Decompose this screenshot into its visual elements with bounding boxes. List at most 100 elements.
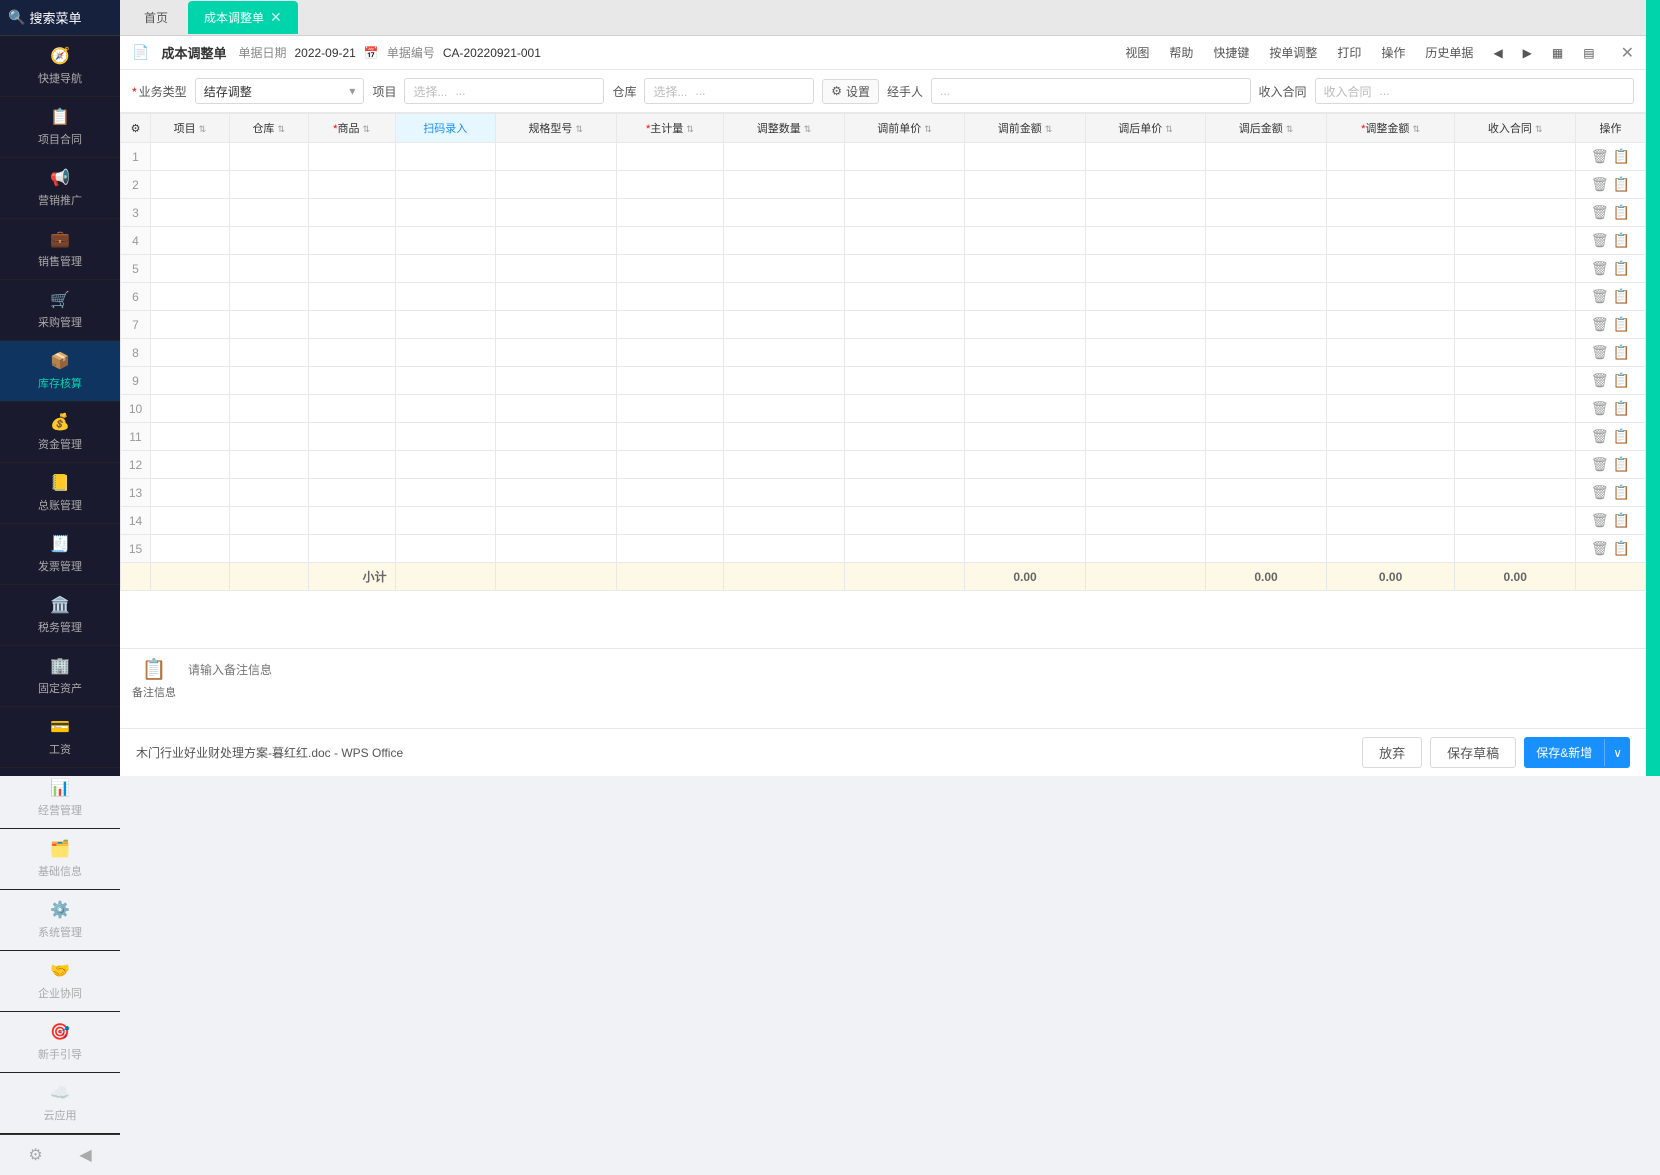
- delete-icon-row12[interactable]: 🗑: [1591, 456, 1609, 473]
- cell-row9-unit[interactable]: [616, 367, 724, 395]
- cell-row7-after_amount[interactable]: [1206, 311, 1327, 339]
- cell-row7-qty[interactable]: [724, 311, 845, 339]
- right-edge-indicator[interactable]: [1646, 0, 1660, 776]
- notes-icon-area[interactable]: 📋 备注信息: [132, 657, 176, 700]
- cell-row4-scan[interactable]: [395, 227, 495, 255]
- cell-row1-operation[interactable]: 🗑 📋: [1576, 143, 1646, 171]
- save-new-main[interactable]: 保存&新增: [1524, 739, 1605, 766]
- doc-action-view[interactable]: 视图: [1119, 42, 1155, 63]
- doc-action-prev[interactable]: ◀: [1487, 44, 1508, 62]
- cell-row1-warehouse[interactable]: [229, 143, 308, 171]
- cell-row8-after_price[interactable]: [1085, 339, 1206, 367]
- copy-icon-row1[interactable]: 📋: [1613, 148, 1630, 165]
- cell-row4-after_price[interactable]: [1085, 227, 1206, 255]
- cell-row13-before_amount[interactable]: [965, 479, 1086, 507]
- cell-row14-adjust_amount[interactable]: [1326, 507, 1455, 535]
- cell-row8-project[interactable]: [151, 339, 230, 367]
- cell-row6-warehouse[interactable]: [229, 283, 308, 311]
- delete-icon-row11[interactable]: 🗑: [1591, 428, 1609, 445]
- save-draft-button[interactable]: 保存草稿: [1430, 737, 1516, 768]
- cell-row9-project[interactable]: [151, 367, 230, 395]
- cell-row13-operation[interactable]: 🗑 📋: [1576, 479, 1646, 507]
- cell-row13-unit[interactable]: [616, 479, 724, 507]
- cell-row11-after_amount[interactable]: [1206, 423, 1327, 451]
- tab-close-cost-adjust[interactable]: ✕: [270, 9, 282, 26]
- cell-row3-unit[interactable]: [616, 199, 724, 227]
- cell-row7-before_price[interactable]: [844, 311, 965, 339]
- cell-row2-warehouse[interactable]: [229, 171, 308, 199]
- cell-row11-before_amount[interactable]: [965, 423, 1086, 451]
- save-new-button[interactable]: 保存&新增 ∨: [1524, 737, 1630, 768]
- cell-row5-after_price[interactable]: [1085, 255, 1206, 283]
- copy-icon-row5[interactable]: 📋: [1613, 260, 1630, 277]
- cell-row10-spec[interactable]: [496, 395, 617, 423]
- doc-action-grid2[interactable]: ▤: [1577, 44, 1600, 62]
- cell-row7-before_amount[interactable]: [965, 311, 1086, 339]
- cell-row10-qty[interactable]: [724, 395, 845, 423]
- delete-icon-row2[interactable]: 🗑: [1591, 176, 1609, 193]
- cell-row12-qty[interactable]: [724, 451, 845, 479]
- cell-row3-after_price[interactable]: [1085, 199, 1206, 227]
- delete-icon-row4[interactable]: 🗑: [1591, 232, 1609, 249]
- cell-row9-warehouse[interactable]: [229, 367, 308, 395]
- sidebar-search[interactable]: 🔍 搜索菜单: [0, 0, 120, 36]
- sidebar-item-operations[interactable]: 📊经营管理: [0, 768, 120, 829]
- cell-row4-after_amount[interactable]: [1206, 227, 1327, 255]
- cell-row6-qty[interactable]: [724, 283, 845, 311]
- settings-icon[interactable]: ⚙: [28, 1145, 42, 1165]
- delete-icon-row5[interactable]: 🗑: [1591, 260, 1609, 277]
- cell-row13-warehouse[interactable]: [229, 479, 308, 507]
- cell-row15-operation[interactable]: 🗑 📋: [1576, 535, 1646, 563]
- cell-row10-after_price[interactable]: [1085, 395, 1206, 423]
- delete-icon-row15[interactable]: 🗑: [1591, 540, 1609, 557]
- delete-icon-row7[interactable]: 🗑: [1591, 316, 1609, 333]
- cell-row9-before_price[interactable]: [844, 367, 965, 395]
- cell-row1-spec[interactable]: [496, 143, 617, 171]
- col-header-before_price[interactable]: 调前单价 ⇅: [844, 114, 965, 143]
- cell-row1-after_price[interactable]: [1085, 143, 1206, 171]
- cell-row4-income_contract[interactable]: [1455, 227, 1576, 255]
- cell-row11-income_contract[interactable]: [1455, 423, 1576, 451]
- cell-row2-operation[interactable]: 🗑 📋: [1576, 171, 1646, 199]
- cell-row14-qty[interactable]: [724, 507, 845, 535]
- cell-row10-operation[interactable]: 🗑 📋: [1576, 395, 1646, 423]
- sidebar-item-purchase-mgmt[interactable]: 🛒采购管理: [0, 280, 120, 341]
- cell-row8-before_amount[interactable]: [965, 339, 1086, 367]
- doc-action-operation[interactable]: 操作: [1375, 42, 1411, 63]
- cell-row7-spec[interactable]: [496, 311, 617, 339]
- cell-row14-income_contract[interactable]: [1455, 507, 1576, 535]
- cell-row12-adjust_amount[interactable]: [1326, 451, 1455, 479]
- copy-icon-row14[interactable]: 📋: [1613, 512, 1630, 529]
- cell-row4-qty[interactable]: [724, 227, 845, 255]
- cell-row8-before_price[interactable]: [844, 339, 965, 367]
- col-header-scan[interactable]: 扫码录入: [395, 114, 495, 143]
- handler-input[interactable]: ...: [931, 78, 1250, 104]
- cell-row6-scan[interactable]: [395, 283, 495, 311]
- cell-row9-qty[interactable]: [724, 367, 845, 395]
- cell-row13-project[interactable]: [151, 479, 230, 507]
- cell-row12-before_amount[interactable]: [965, 451, 1086, 479]
- cell-row6-adjust_amount[interactable]: [1326, 283, 1455, 311]
- cell-row3-product[interactable]: [308, 199, 395, 227]
- delete-icon-row6[interactable]: 🗑: [1591, 288, 1609, 305]
- doc-close-button[interactable]: ✕: [1621, 43, 1634, 63]
- cell-row14-scan[interactable]: [395, 507, 495, 535]
- cell-row14-after_price[interactable]: [1085, 507, 1206, 535]
- cell-row7-after_price[interactable]: [1085, 311, 1206, 339]
- cell-row4-before_price[interactable]: [844, 227, 965, 255]
- cell-row6-before_amount[interactable]: [965, 283, 1086, 311]
- copy-icon-row3[interactable]: 📋: [1613, 204, 1630, 221]
- cell-row5-unit[interactable]: [616, 255, 724, 283]
- cell-row15-after_price[interactable]: [1085, 535, 1206, 563]
- cell-row7-operation[interactable]: 🗑 📋: [1576, 311, 1646, 339]
- cell-row5-warehouse[interactable]: [229, 255, 308, 283]
- cell-row2-adjust_amount[interactable]: [1326, 171, 1455, 199]
- warehouse-input[interactable]: 选择... ...: [644, 78, 814, 104]
- sidebar-item-sales-mgmt[interactable]: 💼销售管理: [0, 219, 120, 280]
- cell-row8-qty[interactable]: [724, 339, 845, 367]
- cell-row1-before_amount[interactable]: [965, 143, 1086, 171]
- sidebar-item-sales-promo[interactable]: 📢营销推广: [0, 158, 120, 219]
- cell-row11-adjust_amount[interactable]: [1326, 423, 1455, 451]
- cell-row13-after_price[interactable]: [1085, 479, 1206, 507]
- cell-row6-after_price[interactable]: [1085, 283, 1206, 311]
